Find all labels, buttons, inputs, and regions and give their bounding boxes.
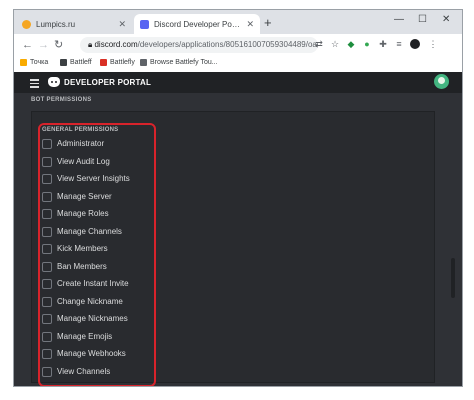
permission-label: View Audit Log <box>57 157 110 166</box>
star-icon[interactable]: ☆ <box>330 39 340 49</box>
checkbox[interactable] <box>42 261 52 272</box>
checkbox[interactable] <box>42 208 52 219</box>
shield-icon[interactable]: ◆ <box>346 39 356 49</box>
permission-label: Manage Nicknames <box>57 314 128 323</box>
section-label: BOT PERMISSIONS <box>31 97 92 103</box>
permission-change-nickname[interactable]: Change Nickname <box>42 293 123 310</box>
portal-title: DEVELOPER PORTAL <box>64 78 152 87</box>
bookmark-icon <box>100 59 107 66</box>
permission-label: View Server Insights <box>57 174 130 183</box>
permission-view-server-insights[interactable]: View Server Insights <box>42 170 130 187</box>
permission-manage-emojis[interactable]: Manage Emojis <box>42 328 112 345</box>
extension-icon[interactable]: ● <box>362 39 372 49</box>
discord-favicon-icon <box>140 19 149 29</box>
checkbox[interactable] <box>42 243 52 254</box>
checkbox[interactable] <box>42 331 52 342</box>
url-path: /developers/applications/805161007059304… <box>137 40 318 49</box>
permission-label: Manage Emojis <box>57 332 113 341</box>
back-icon[interactable]: ← <box>22 38 33 52</box>
bookmark-icon <box>60 59 67 66</box>
url-host: discord.com <box>94 40 138 49</box>
close-tab-icon[interactable]: ✕ <box>118 19 126 30</box>
tab-strip: Lumpics.ru ✕ Discord Developer Portal — … <box>14 10 462 34</box>
scrollbar[interactable] <box>451 258 455 298</box>
bookmark-icon <box>140 59 147 66</box>
permission-manage-webhooks[interactable]: Manage Webhooks <box>42 345 126 362</box>
media-icon[interactable]: ≡ <box>394 39 404 49</box>
puzzle-icon[interactable]: ✚ <box>378 39 388 49</box>
permission-create-instant-invite[interactable]: Create Instant Invite <box>42 275 129 292</box>
checkbox[interactable] <box>42 191 52 202</box>
bookmark-label: Browse Battlefy Tou... <box>150 59 218 66</box>
checkbox[interactable] <box>42 366 52 377</box>
permission-manage-roles[interactable]: Manage Roles <box>42 205 109 222</box>
bookmark-label: Battlefly <box>110 59 135 66</box>
forward-icon[interactable]: → <box>38 38 49 52</box>
maximize-icon[interactable]: ☐ <box>418 14 427 25</box>
reload-icon[interactable]: ↻ <box>54 38 63 52</box>
general-permissions-title: GENERAL PERMISSIONS <box>42 127 119 133</box>
permission-kick-members[interactable]: Kick Members <box>42 240 108 257</box>
minimize-icon[interactable]: — <box>394 14 404 25</box>
checkbox[interactable] <box>42 296 52 307</box>
permission-manage-server[interactable]: Manage Server <box>42 188 112 205</box>
address-bar[interactable]: 🔒︎ discord.com/developers/applications/8… <box>80 37 318 53</box>
checkbox[interactable] <box>42 173 52 184</box>
tab-discord[interactable]: Discord Developer Portal — My ✕ <box>134 14 260 34</box>
permission-manage-channels[interactable]: Manage Channels <box>42 223 122 240</box>
checkbox[interactable] <box>42 278 52 289</box>
close-window-icon[interactable]: ✕ <box>442 14 450 25</box>
bookmark-label: Точка <box>30 59 49 66</box>
checkbox[interactable] <box>42 156 52 167</box>
bookmark-battleff[interactable]: Battleff <box>60 59 92 66</box>
hamburger-menu-icon[interactable] <box>30 79 39 90</box>
permission-label: Kick Members <box>57 244 108 253</box>
permission-label: Manage Server <box>57 192 112 201</box>
permission-label: Manage Roles <box>57 209 109 218</box>
permission-view-audit-log[interactable]: View Audit Log <box>42 153 110 170</box>
lumpics-favicon-icon <box>22 19 31 29</box>
avatar[interactable] <box>434 74 449 89</box>
tab-lumpics[interactable]: Lumpics.ru ✕ <box>16 14 132 34</box>
bookmark-battlefly[interactable]: Battlefly <box>100 59 135 66</box>
browser-window: Lumpics.ru ✕ Discord Developer Portal — … <box>14 10 462 386</box>
new-tab-button[interactable]: + <box>264 15 272 31</box>
bookmark-icon <box>20 59 27 66</box>
permission-label: View Channels <box>57 367 111 376</box>
checkbox[interactable] <box>42 138 52 149</box>
checkbox[interactable] <box>42 348 52 359</box>
permission-label: Change Nickname <box>57 297 123 306</box>
permission-label: Create Instant Invite <box>57 279 129 288</box>
permission-ban-members[interactable]: Ban Members <box>42 258 107 275</box>
permission-view-channels[interactable]: View Channels <box>42 363 110 380</box>
bookmarks-bar: Точка Battleff Battlefly Browse Battlefy… <box>14 56 462 73</box>
permission-administrator[interactable]: Administrator <box>42 135 104 152</box>
permission-label: Manage Channels <box>57 227 122 236</box>
checkbox[interactable] <box>42 313 52 324</box>
permission-manage-nicknames[interactable]: Manage Nicknames <box>42 310 128 327</box>
browser-toolbar: ← → ↻ 🔒︎ discord.com/developers/applicat… <box>14 34 462 56</box>
bookmark-tochka[interactable]: Точка <box>20 59 48 66</box>
close-tab-icon[interactable]: ✕ <box>246 19 254 30</box>
tab-title: Discord Developer Portal — My <box>154 19 243 29</box>
page-content: BOT PERMISSIONS GENERAL PERMISSIONS Admi… <box>14 93 462 386</box>
permission-label: Ban Members <box>57 262 107 271</box>
discord-logo-icon <box>48 77 60 87</box>
permission-label: Administrator <box>57 139 105 148</box>
permission-label: Manage Webhooks <box>57 349 126 358</box>
menu-icon[interactable]: ⋮ <box>428 39 438 49</box>
tab-title: Lumpics.ru <box>36 19 76 29</box>
portal-header: DEVELOPER PORTAL <box>14 72 462 93</box>
translate-icon[interactable]: ⇄ <box>314 39 324 49</box>
bookmark-browse-battlefy[interactable]: Browse Battlefy Tou... <box>140 59 218 66</box>
bookmark-label: Battleff <box>70 59 92 66</box>
checkbox[interactable] <box>42 226 52 237</box>
profile-icon[interactable] <box>410 39 420 49</box>
